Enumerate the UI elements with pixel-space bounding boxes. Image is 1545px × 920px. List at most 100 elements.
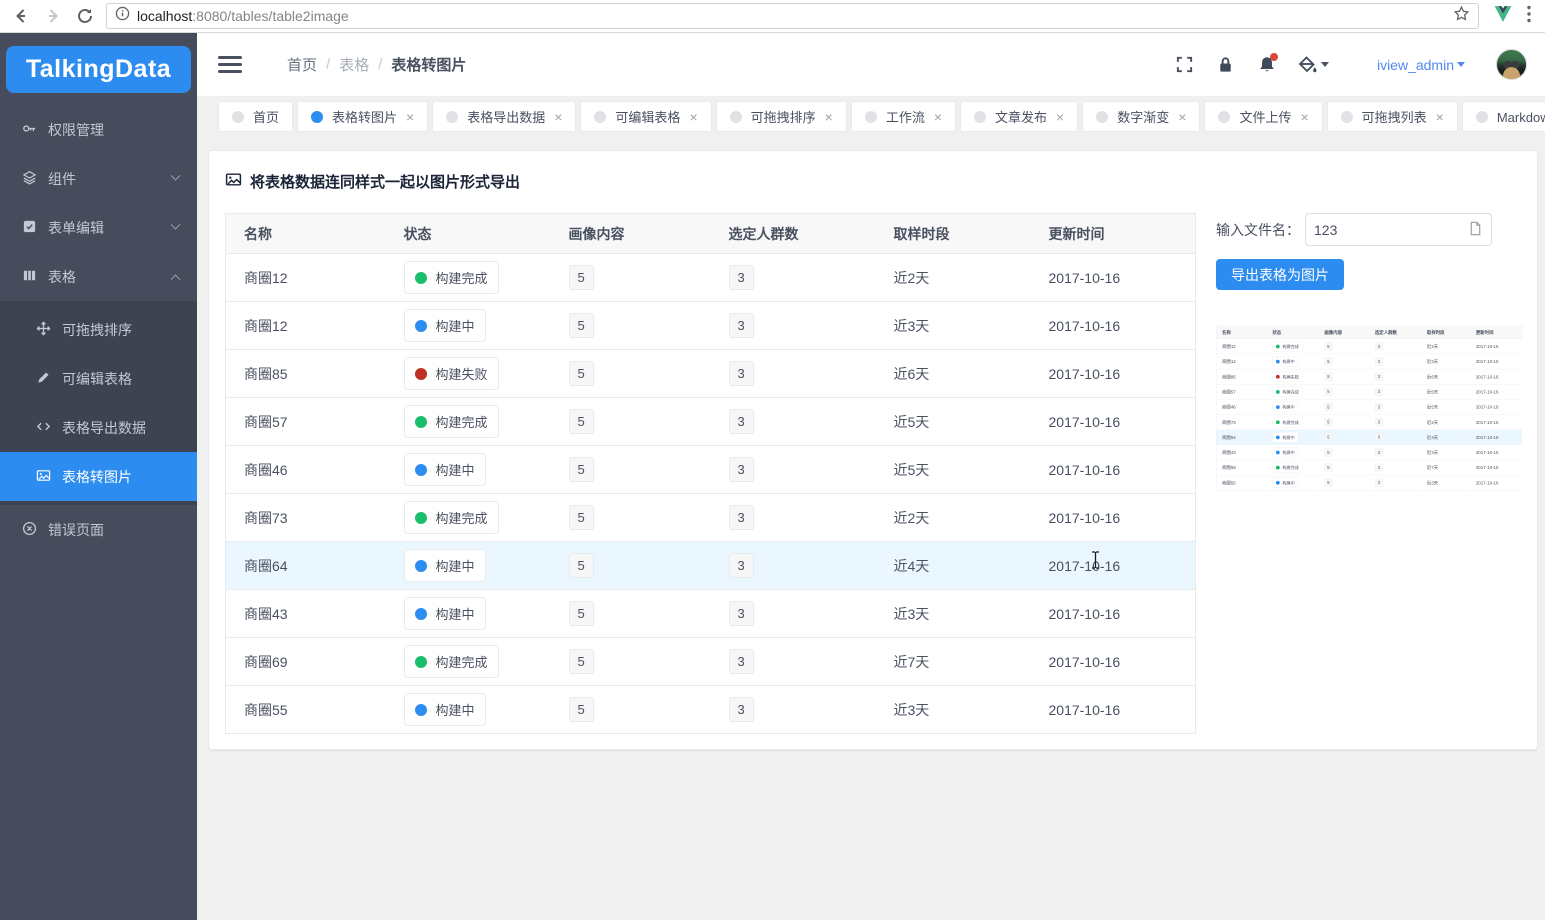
tab-dot-icon [1475, 110, 1488, 123]
sidebar-item-error-page[interactable]: 错误页面 [0, 505, 197, 554]
move-icon [36, 320, 51, 339]
cell-updated: 2017-10-16 [1030, 349, 1196, 398]
sidebar-subitem-table2image[interactable]: 表格转图片 [0, 452, 197, 501]
cell-updated: 2017-10-16 [1030, 637, 1196, 686]
status-badge: 构建失败 [403, 357, 499, 390]
cell-name: 商圈57 [1216, 384, 1267, 400]
status-dot-icon [1275, 389, 1280, 394]
sidebar-item-label: 错误页面 [48, 521, 104, 538]
tab-可拖拽列表[interactable]: 可拖拽列表 [1326, 101, 1458, 132]
checkbox-icon [22, 219, 37, 237]
cell-groups: 3 [1369, 384, 1422, 400]
cell-name: 商圈43 [1216, 444, 1267, 461]
sidebar-subitem-drag-sort[interactable]: 可拖拽排序 [0, 305, 197, 354]
forward-icon[interactable] [42, 5, 64, 27]
browser-menu-icon[interactable] [1527, 5, 1531, 28]
status-label: 构建失败 [435, 367, 488, 382]
portrait-count-tag: 5 [1324, 448, 1333, 457]
cell-portrait: 5 [550, 445, 711, 494]
bookmark-star-icon[interactable] [1453, 5, 1470, 27]
table-row: 商圈69 构建完成 5 3 近7天 2017-10-16 [225, 637, 1196, 686]
status-label: 构建中 [435, 703, 475, 718]
groups-count-tag: 3 [1374, 433, 1383, 442]
status-badge: 构建中 [403, 693, 486, 726]
tab-表格转图片[interactable]: 表格转图片 [297, 101, 429, 132]
back-icon[interactable] [10, 5, 32, 27]
url-text[interactable]: localhost:8080/tables/table2image [137, 8, 1446, 24]
vue-devtools-icon[interactable] [1493, 5, 1513, 28]
status-dot-icon [414, 607, 427, 620]
status-badge: 构建完成 [403, 405, 499, 438]
cell-updated: 2017-10-16 [1030, 445, 1196, 494]
cell-groups: 3 [710, 397, 876, 446]
groups-count-tag: 3 [728, 697, 754, 722]
tab-close-icon[interactable] [825, 110, 833, 124]
filename-input[interactable] [1314, 221, 1468, 238]
cell-groups: 3 [710, 685, 876, 734]
sidebar-item-form-edit[interactable]: 表单编辑 [0, 203, 197, 252]
tab-close-icon[interactable] [934, 110, 942, 124]
tab-可拖拽排序[interactable]: 可拖拽排序 [715, 101, 847, 132]
table-header-row: 名称 状态 画像内容 选定人群数 取样时段 更新时间 [1216, 326, 1522, 339]
tab-文章发布[interactable]: 文章发布 [960, 101, 1079, 132]
user-menu[interactable]: iview_admin [1377, 57, 1465, 73]
image-icon [225, 171, 242, 192]
address-bar[interactable]: localhost:8080/tables/table2image [106, 3, 1479, 29]
table-row: 商圈55 构建中 5 3 近3天 2017-10-16 [1216, 475, 1522, 491]
tab-close-icon[interactable] [1178, 110, 1186, 124]
tab-可编辑表格[interactable]: 可编辑表格 [580, 101, 712, 132]
avatar[interactable] [1496, 49, 1527, 80]
tab-close-icon[interactable] [1056, 110, 1064, 124]
tab-文件上传[interactable]: 文件上传 [1204, 101, 1323, 132]
status-badge: 构建中 [403, 309, 486, 342]
cell-period: 近7天 [1421, 459, 1471, 476]
sidebar-item-auth[interactable]: 权限管理 [0, 105, 197, 154]
tab-首页[interactable]: 首页 [218, 101, 294, 132]
sidebar-item-tables[interactable]: 表格 [0, 252, 197, 301]
sidebar-subitem-table-export[interactable]: 表格导出数据 [0, 403, 197, 452]
cell-updated: 2017-10-16 [1470, 444, 1522, 461]
table-columns-icon [22, 268, 37, 286]
tab-Markdown编辑器[interactable]: Markdown编辑器 [1461, 101, 1545, 132]
hamburger-menu-icon[interactable] [218, 56, 242, 73]
cell-groups: 3 [710, 301, 876, 350]
tab-dot-icon [446, 110, 459, 123]
tab-close-icon[interactable] [406, 110, 414, 124]
breadcrumb-home[interactable]: 首页 [287, 54, 317, 75]
portrait-count-tag: 5 [1324, 433, 1333, 442]
status-badge: 构建失败 [1272, 371, 1303, 382]
status-dot-icon [414, 655, 427, 668]
sidebar-subitem-editable-table[interactable]: 可编辑表格 [0, 354, 197, 403]
tab-close-icon[interactable] [689, 110, 697, 124]
table-row: 商圈57 构建完成 5 3 近5天 2017-10-16 [1216, 384, 1522, 400]
portrait-count-tag: 5 [568, 457, 594, 482]
info-icon[interactable] [115, 6, 130, 26]
lock-icon[interactable] [1214, 53, 1238, 77]
breadcrumb-tables[interactable]: 表格 [339, 54, 369, 75]
sidebar-item-components[interactable]: 组件 [0, 154, 197, 203]
table-row: 商圈64 构建中 5 3 近4天 2017-10-16 [225, 541, 1196, 590]
fullscreen-icon[interactable] [1173, 53, 1197, 77]
reload-icon[interactable] [74, 5, 96, 27]
status-label: 构建完成 [1282, 344, 1299, 350]
tab-dot-icon [974, 110, 987, 123]
cell-status: 构建中 [1266, 399, 1319, 415]
tab-close-icon[interactable] [1300, 110, 1308, 124]
tab-工作流[interactable]: 工作流 [850, 101, 957, 132]
cell-name: 商圈64 [225, 541, 386, 590]
column-header: 选定人群数 [1369, 326, 1422, 339]
column-header: 名称 [225, 213, 386, 254]
notification-bell-icon[interactable] [1255, 52, 1279, 77]
portrait-count-tag: 5 [1324, 402, 1333, 411]
cell-status: 构建中 [1266, 353, 1319, 370]
cell-groups: 3 [1369, 429, 1422, 445]
export-button[interactable]: 导出表格为图片 [1216, 259, 1344, 290]
tab-表格导出数据[interactable]: 表格导出数据 [432, 101, 577, 132]
cell-name: 商圈85 [225, 349, 386, 398]
tab-close-icon[interactable] [1436, 110, 1444, 124]
tab-close-icon[interactable] [554, 110, 562, 124]
tab-label: 可拖拽列表 [1361, 110, 1427, 125]
tab-数字渐变[interactable]: 数字渐变 [1082, 101, 1201, 132]
status-dot-icon [1275, 450, 1280, 455]
theme-icon[interactable] [1296, 53, 1332, 77]
